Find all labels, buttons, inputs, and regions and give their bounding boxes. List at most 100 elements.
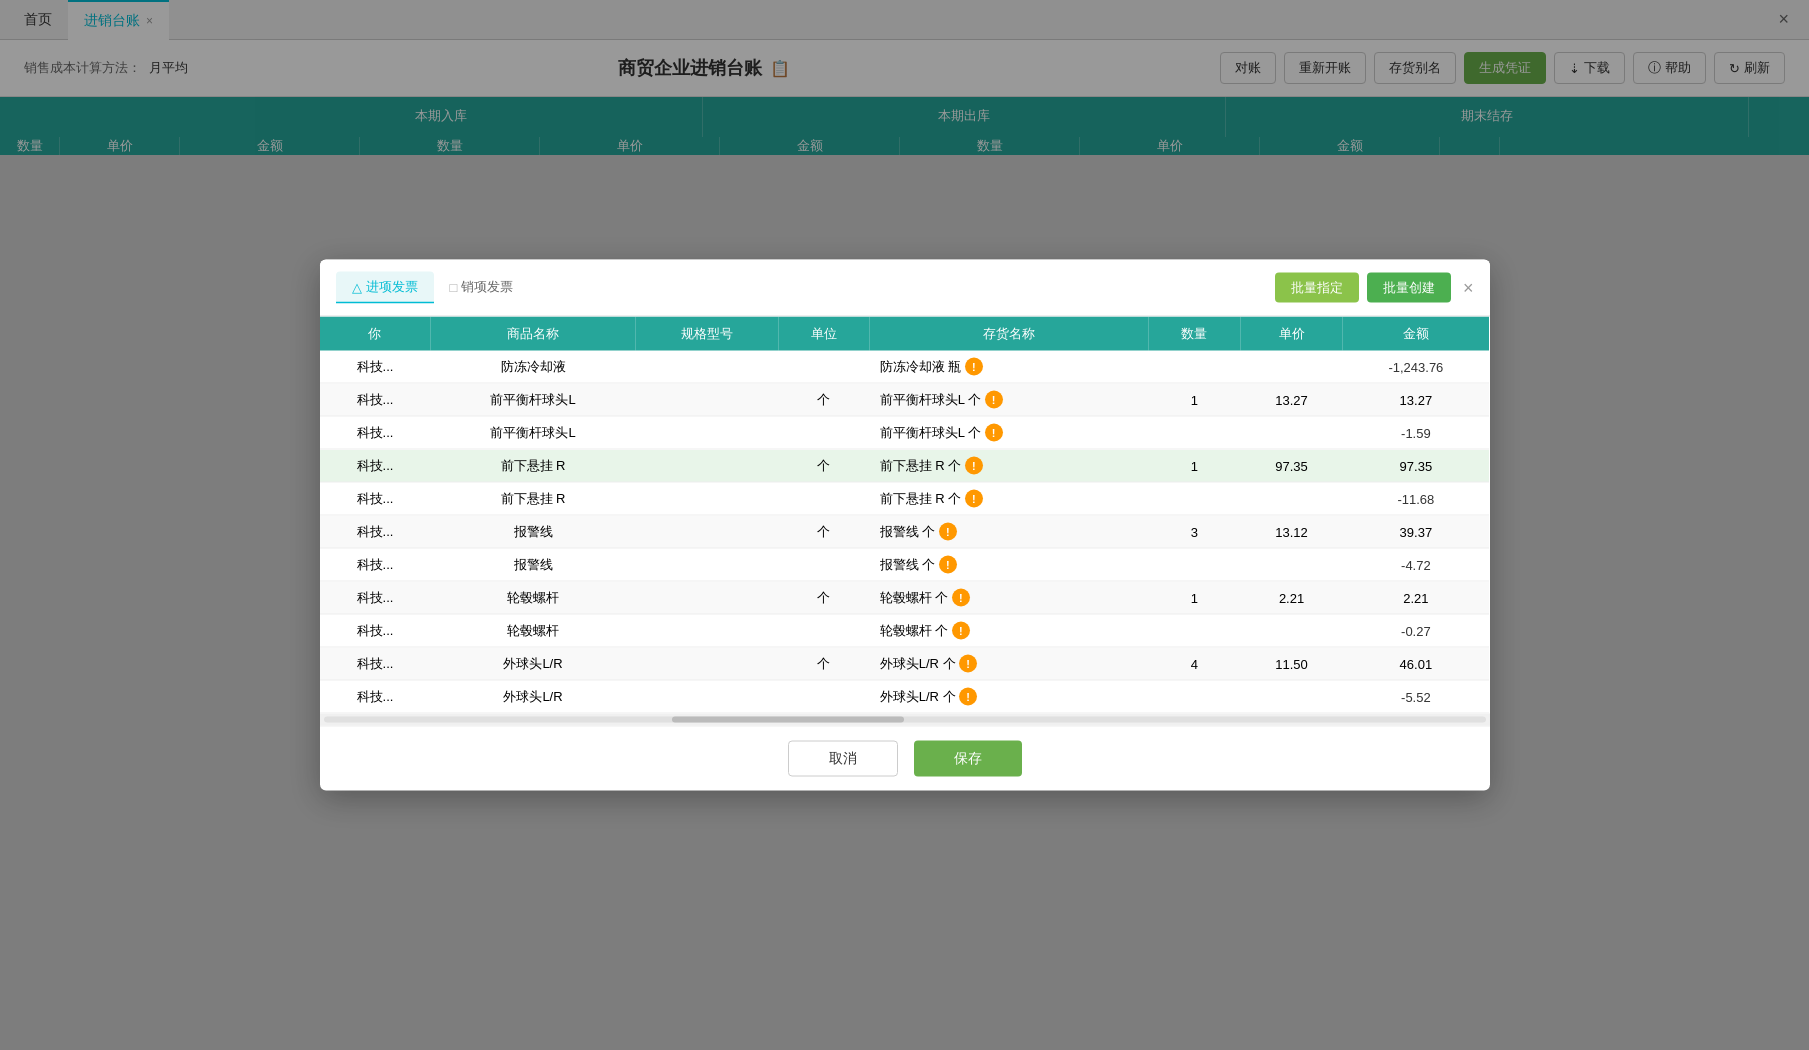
amount-cell: -1.59: [1343, 416, 1489, 449]
amount-cell: 13.27: [1343, 383, 1489, 416]
inventory-cell: 外球头L/R 个 !: [870, 680, 1149, 713]
scroll-track[interactable]: [324, 717, 1486, 723]
quantity-cell: 3: [1149, 515, 1241, 548]
unit-cell: 个: [778, 383, 870, 416]
tab-sales-invoice[interactable]: □ 销项发票: [434, 272, 530, 304]
inventory-cell: 前平衡杆球头L 个 !: [870, 416, 1149, 449]
product-cell: 前下悬挂 R: [430, 482, 635, 515]
product-cell: 前平衡杆球头L: [430, 416, 635, 449]
spec-cell: [636, 515, 778, 548]
purchase-invoice-label: 进项发票: [366, 278, 418, 296]
amount-cell: 97.35: [1343, 449, 1489, 482]
product-cell: 报警线: [430, 548, 635, 581]
company-cell: 科技...: [320, 416, 431, 449]
warning-icon: !: [939, 556, 957, 574]
unitprice-cell: [1240, 548, 1343, 581]
inventory-cell: 报警线 个 !: [870, 515, 1149, 548]
quantity-cell: [1149, 351, 1241, 384]
warning-icon: !: [965, 457, 983, 475]
unit-cell: [778, 680, 870, 713]
product-cell: 外球头L/R: [430, 647, 635, 680]
batch-create-button[interactable]: 批量创建: [1367, 273, 1451, 303]
product-cell: 前下悬挂 R: [430, 449, 635, 482]
spec-cell: [636, 449, 778, 482]
unitprice-cell: 13.27: [1240, 383, 1343, 416]
quantity-cell: [1149, 680, 1241, 713]
cancel-button[interactable]: 取消: [788, 741, 898, 777]
table-row: 科技...报警线 个报警线 个 !313.1239.37: [320, 515, 1490, 548]
spec-cell: [636, 482, 778, 515]
table-row: 科技...外球头L/R 个外球头L/R 个 !411.5046.01: [320, 647, 1490, 680]
unit-cell: 个: [778, 515, 870, 548]
unitprice-cell: 97.35: [1240, 449, 1343, 482]
inventory-cell: 外球头L/R 个 !: [870, 647, 1149, 680]
th-amount: 金额: [1343, 317, 1489, 351]
table-row: 科技...轮毂螺杆个轮毂螺杆 个 !12.212.21: [320, 581, 1490, 614]
dialog-close-button[interactable]: ×: [1463, 277, 1474, 298]
quantity-cell: 1: [1149, 383, 1241, 416]
table-row: 科技...前平衡杆球头L个前平衡杆球头L 个 !113.2713.27: [320, 383, 1490, 416]
th-unit-price: 单价: [1240, 317, 1343, 351]
th-company: 你: [320, 317, 431, 351]
spec-cell: [636, 581, 778, 614]
unitprice-cell: 13.12: [1240, 515, 1343, 548]
table-row: 科技...前平衡杆球头L 前平衡杆球头L 个 ! -1.59: [320, 416, 1490, 449]
company-cell: 科技...: [320, 449, 431, 482]
company-cell: 科技...: [320, 647, 431, 680]
th-quantity: 数量: [1149, 317, 1241, 351]
company-cell: 科技...: [320, 383, 431, 416]
unit-cell: [778, 482, 870, 515]
dialog-header: △ 进项发票 □ 销项发票 批量指定 批量创建 ×: [320, 260, 1490, 317]
warning-icon: !: [985, 424, 1003, 442]
save-button[interactable]: 保存: [914, 741, 1022, 777]
spec-cell: [636, 416, 778, 449]
amount-cell: 39.37: [1343, 515, 1489, 548]
amount-cell: 46.01: [1343, 647, 1489, 680]
quantity-cell: [1149, 482, 1241, 515]
unitprice-cell: 11.50: [1240, 647, 1343, 680]
unitprice-cell: [1240, 482, 1343, 515]
table-row: 科技...报警线报警线 个 !-4.72: [320, 548, 1490, 581]
purchase-invoice-icon: △: [352, 279, 362, 294]
th-unit: 单位: [778, 317, 870, 351]
company-cell: 科技...: [320, 515, 431, 548]
dialog-table-container[interactable]: 你 商品名称 规格型号 单位 存货名称 数量 单价 金额 科技...防冻冷却液防…: [320, 317, 1490, 714]
company-cell: 科技...: [320, 482, 431, 515]
quantity-cell: 1: [1149, 449, 1241, 482]
inventory-cell: 报警线 个 !: [870, 548, 1149, 581]
product-cell: 轮毂螺杆: [430, 614, 635, 647]
quantity-cell: [1149, 548, 1241, 581]
dialog-header-actions: 批量指定 批量创建: [1275, 273, 1451, 303]
unit-cell: 个: [778, 647, 870, 680]
unit-cell: 个: [778, 581, 870, 614]
tab-purchase-invoice[interactable]: △ 进项发票: [336, 272, 434, 304]
unitprice-cell: [1240, 614, 1343, 647]
product-cell: 外球头L/R: [430, 680, 635, 713]
amount-cell: -0.27: [1343, 614, 1489, 647]
spec-cell: [636, 383, 778, 416]
horizontal-scrollbar[interactable]: [320, 714, 1490, 726]
quantity-cell: 4: [1149, 647, 1241, 680]
company-cell: 科技...: [320, 351, 431, 384]
product-cell: 报警线: [430, 515, 635, 548]
unit-cell: [778, 416, 870, 449]
invoice-dialog: △ 进项发票 □ 销项发票 批量指定 批量创建 × 你 商品名称: [320, 260, 1490, 791]
table-row: 科技...轮毂螺杆轮毂螺杆 个 !-0.27: [320, 614, 1490, 647]
sales-invoice-label: 销项发票: [461, 278, 513, 296]
scroll-thumb[interactable]: [672, 717, 904, 723]
quantity-cell: [1149, 416, 1241, 449]
spec-cell: [636, 351, 778, 384]
company-cell: 科技...: [320, 680, 431, 713]
unitprice-cell: [1240, 416, 1343, 449]
unitprice-cell: [1240, 680, 1343, 713]
spec-cell: [636, 680, 778, 713]
unit-cell: [778, 548, 870, 581]
unitprice-cell: [1240, 351, 1343, 384]
main-area: 销售成本计算方法： 月平均 商贸企业进销台账 📋 对账 重新开账 存货别名 生成…: [0, 40, 1809, 155]
warning-icon: !: [985, 391, 1003, 409]
dialog-footer: 取消 保存: [320, 726, 1490, 791]
batch-assign-button[interactable]: 批量指定: [1275, 273, 1359, 303]
sales-invoice-icon: □: [450, 279, 458, 294]
table-row: 科技...外球头L/R外球头L/R 个 !-5.52: [320, 680, 1490, 713]
warning-icon: !: [959, 655, 977, 673]
